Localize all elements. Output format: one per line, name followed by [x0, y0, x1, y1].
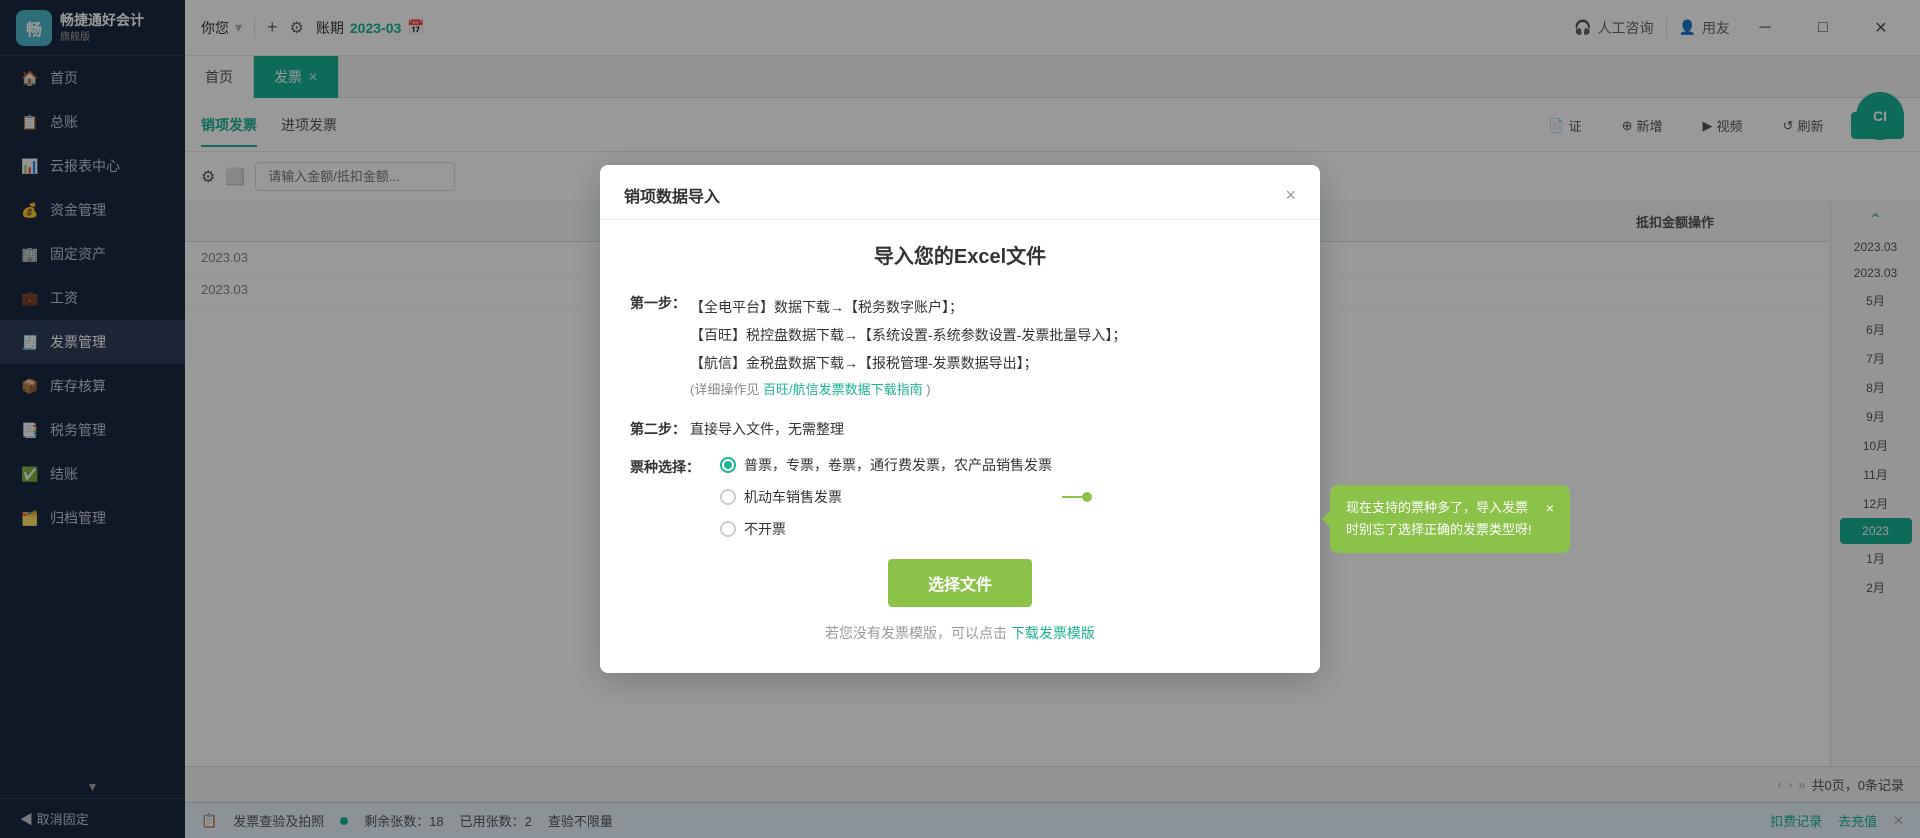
tooltip-arrow — [1322, 511, 1330, 527]
step1-section: 第一步： 【全电平台】数据下载→【税务数字账户】； 【百旺】税控盘数据下载→【系… — [630, 293, 1290, 403]
step1-label: 第一步： — [630, 293, 690, 313]
select-file-button[interactable]: 选择文件 — [888, 559, 1032, 607]
step2-label: 第二步： — [630, 419, 690, 439]
radio-dot-1 — [724, 461, 732, 469]
step2-text: 直接导入文件，无需整理 — [690, 419, 844, 439]
step1-line3: 【航信】金税盘数据下载→【报税管理-发票数据导出】； — [690, 349, 1126, 377]
tooltip-dot — [1082, 492, 1092, 502]
modal-overlay: 销项数据导入 × 导入您的Excel文件 第一步： 【全电平台】数据下载→【税务… — [0, 0, 1920, 838]
radio-option-1[interactable]: 普票，专票，卷票，通行费发票，农产品销售发票 — [720, 455, 1052, 475]
modal-title: 销项数据导入 — [624, 183, 720, 207]
download-template-section: 若您没有发票模版，可以点击 下载发票模版 — [630, 623, 1290, 643]
ticket-selection: 票种选择： 普票，专票，卷票，通行费发票，农产品销售发票 机动车销售发票 — [630, 455, 1290, 539]
tooltip-close-button[interactable]: × — [1546, 497, 1554, 521]
import-modal: 销项数据导入 × 导入您的Excel文件 第一步： 【全电平台】数据下载→【税务… — [600, 165, 1320, 673]
tooltip-line — [1062, 496, 1082, 498]
step1-line1: 【全电平台】数据下载→【税务数字账户】； — [690, 293, 1126, 321]
step1-line2: 【百旺】税控盘数据下载→【系统设置-系统参数设置-发票批量导入】； — [690, 321, 1126, 349]
tooltip-text: 现在支持的票种多了，导入发票时别忘了选择正确的发票类型呀! — [1346, 500, 1532, 537]
tooltip-bubble: × 现在支持的票种多了，导入发票时别忘了选择正确的发票类型呀! — [1330, 485, 1570, 553]
download-prefix: 若您没有发票模版，可以点击 — [825, 625, 1007, 641]
radio-label-3: 不开票 — [744, 519, 786, 539]
ticket-label: 票种选择： — [630, 455, 710, 477]
modal-body: 导入您的Excel文件 第一步： 【全电平台】数据下载→【税务数字账户】； 【百… — [600, 220, 1320, 673]
radio-label-1: 普票，专票，卷票，通行费发票，农产品销售发票 — [744, 455, 1052, 475]
radio-label-2: 机动车销售发票 — [744, 487, 842, 507]
radio-group: 普票，专票，卷票，通行费发票，农产品销售发票 机动车销售发票 不开票 — [720, 455, 1052, 539]
radio-option-2[interactable]: 机动车销售发票 — [720, 487, 1052, 507]
modal-close-button[interactable]: × — [1285, 185, 1296, 206]
step2-section: 第二步： 直接导入文件，无需整理 — [630, 419, 1290, 439]
modal-header: 销项数据导入 × — [600, 165, 1320, 220]
step1-detail-link[interactable]: 百旺/航信发票数据下载指南 — [763, 382, 923, 397]
radio-option-3[interactable]: 不开票 — [720, 519, 1052, 539]
modal-main-title: 导入您的Excel文件 — [630, 240, 1290, 269]
step1-detail: (详细操作见 百旺/航信发票数据下载指南 ) — [690, 377, 1126, 403]
radio-circle-2 — [720, 489, 736, 505]
download-template-link[interactable]: 下载发票模版 — [1011, 625, 1095, 641]
radio-circle-1 — [720, 457, 736, 473]
radio-circle-3 — [720, 521, 736, 537]
